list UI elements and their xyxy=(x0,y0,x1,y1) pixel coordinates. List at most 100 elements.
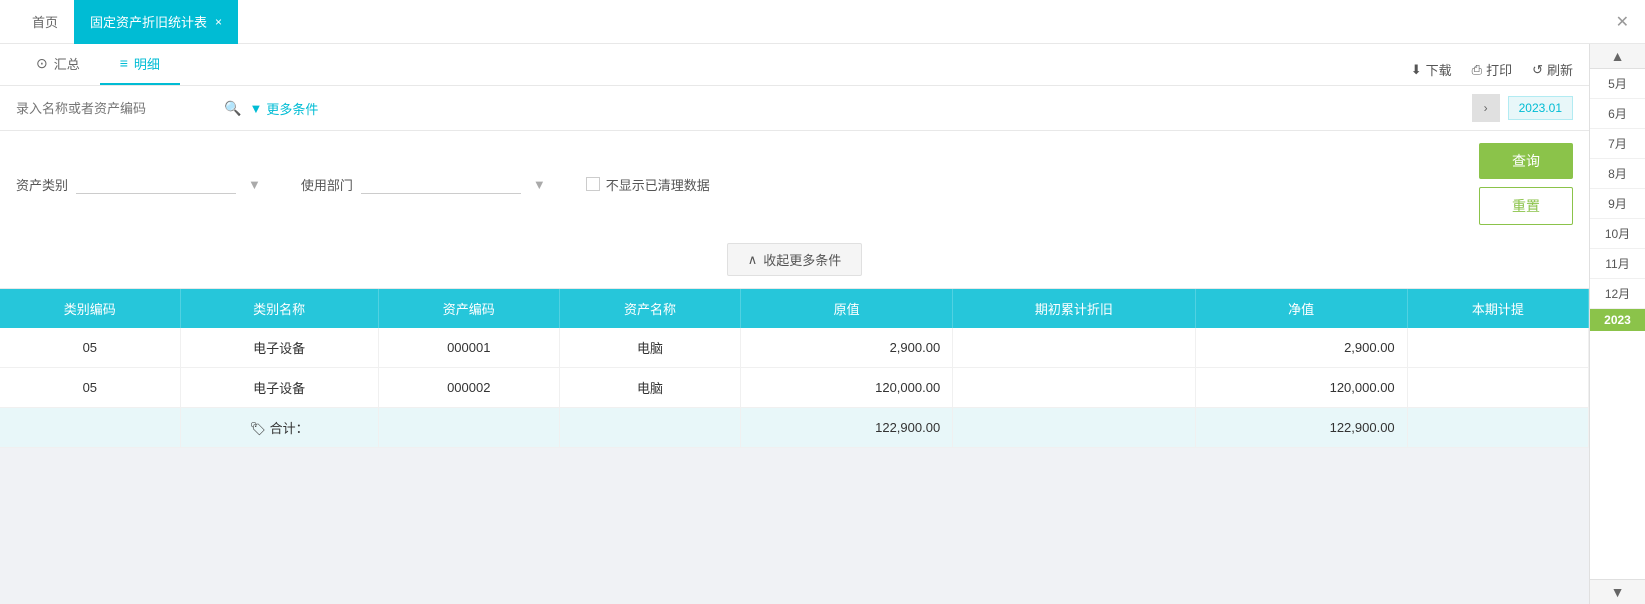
print-label: 打印 xyxy=(1486,60,1512,79)
tab-detail-label: 明细 xyxy=(134,54,160,73)
tab-close-button[interactable]: × xyxy=(215,15,222,29)
table-cell: 05 xyxy=(0,368,180,408)
month-item[interactable]: 10月 xyxy=(1590,219,1645,249)
filter-icon: ▼ xyxy=(249,101,262,116)
col-original-value: 原值 xyxy=(741,289,953,328)
date-badge: 2023.01 xyxy=(1508,96,1573,120)
collapse-label: 收起更多条件 xyxy=(763,250,841,269)
summary-icon: 🏷 xyxy=(250,421,267,436)
hide-cleared-label: 不显示已清理数据 xyxy=(606,175,710,194)
month-scroll-down[interactable]: ▼ xyxy=(1590,579,1645,604)
month-item[interactable]: 11月 xyxy=(1590,249,1645,279)
month-list: 5月6月7月8月9月10月11月12月 xyxy=(1590,69,1645,309)
month-item[interactable]: 9月 xyxy=(1590,189,1645,219)
refresh-icon: ↺ xyxy=(1532,62,1543,78)
asset-category-input[interactable] xyxy=(76,174,236,194)
table-cell xyxy=(1407,368,1588,408)
col-net-value: 净值 xyxy=(1195,289,1407,328)
filter-section: 资产类别 ▼ 使用部门 ▼ 不显示已清理数据 查询 重置 ∧ 收起更多条件 xyxy=(0,131,1589,289)
month-panel: ▲ 5月6月7月8月9月10月11月12月 2023 ▼ xyxy=(1589,44,1645,604)
table-cell xyxy=(953,368,1195,408)
more-filters-button[interactable]: ▼ 更多条件 xyxy=(249,99,318,118)
tab-summary[interactable]: ⊙ 汇总 xyxy=(16,43,100,85)
detail-icon: ≡ xyxy=(120,55,128,71)
use-department-label: 使用部门 xyxy=(301,175,353,194)
summary-cell: 122,900.00 xyxy=(1195,408,1407,448)
month-item[interactable]: 5月 xyxy=(1590,69,1645,99)
tab-detail[interactable]: ≡ 明细 xyxy=(100,43,180,85)
col-initial-depreciation: 期初累计折旧 xyxy=(953,289,1195,328)
home-link[interactable]: 首页 xyxy=(16,12,74,31)
hide-cleared-checkbox[interactable] xyxy=(586,177,600,191)
download-icon: ⬇ xyxy=(1411,62,1422,78)
table-cell: 120,000.00 xyxy=(1195,368,1407,408)
summary-cell: 🏷 合计： xyxy=(180,408,378,448)
tab-title: 固定资产折旧统计表 xyxy=(90,12,207,31)
table-cell: 2,900.00 xyxy=(1195,328,1407,368)
summary-cell xyxy=(1407,408,1588,448)
col-asset-name: 资产名称 xyxy=(559,289,740,328)
collapse-icon: ∧ xyxy=(748,252,758,268)
table-cell: 2,900.00 xyxy=(741,328,953,368)
top-nav: 首页 固定资产折旧统计表 × ✕ xyxy=(0,0,1645,44)
table-cell: 电脑 xyxy=(559,328,740,368)
data-table: 类别编码 类别名称 资产编码 资产名称 原值 期初累计折旧 净值 本期计提 05… xyxy=(0,289,1589,448)
month-item[interactable]: 7月 xyxy=(1590,129,1645,159)
table-row: 05电子设备000002电脑120,000.00120,000.00 xyxy=(0,368,1589,408)
filter-row-1: 资产类别 ▼ 使用部门 ▼ 不显示已清理数据 查询 重置 xyxy=(16,143,1573,225)
collapse-button[interactable]: ∧ 收起更多条件 xyxy=(727,243,863,276)
refresh-button[interactable]: ↺ 刷新 xyxy=(1532,60,1573,79)
table-row: 05电子设备000001电脑2,900.002,900.00 xyxy=(0,328,1589,368)
download-button[interactable]: ⬇ 下载 xyxy=(1411,60,1452,79)
month-item[interactable]: 6月 xyxy=(1590,99,1645,129)
tab-bar: ⊙ 汇总 ≡ 明细 ⬇ 下载 ⎙ 打印 ↺ 刷新 xyxy=(0,44,1589,86)
table-cell: 电子设备 xyxy=(180,328,378,368)
table-cell: 000002 xyxy=(378,368,559,408)
summary-row: 🏷 合计： 122,900.00 122,900.00 xyxy=(0,408,1589,448)
reset-button[interactable]: 重置 xyxy=(1479,187,1573,225)
month-item[interactable]: 12月 xyxy=(1590,279,1645,309)
tab-summary-label: 汇总 xyxy=(54,54,80,73)
col-asset-code: 资产编码 xyxy=(378,289,559,328)
search-icon[interactable]: 🔍 xyxy=(224,100,241,117)
col-category-code: 类别编码 xyxy=(0,289,180,328)
summary-cell xyxy=(378,408,559,448)
hide-cleared-field: 不显示已清理数据 xyxy=(586,175,710,194)
download-label: 下载 xyxy=(1426,60,1452,79)
summary-cell xyxy=(559,408,740,448)
table-header-row: 类别编码 类别名称 资产编码 资产名称 原值 期初累计折旧 净值 本期计提 xyxy=(0,289,1589,328)
use-department-dropdown-icon[interactable]: ▼ xyxy=(533,177,546,192)
asset-category-label: 资产类别 xyxy=(16,175,68,194)
summary-cell xyxy=(0,408,180,448)
use-department-input[interactable] xyxy=(361,174,521,194)
filter-label: 更多条件 xyxy=(266,99,318,118)
table-cell: 120,000.00 xyxy=(741,368,953,408)
refresh-label: 刷新 xyxy=(1547,60,1573,79)
asset-category-field: 资产类别 ▼ xyxy=(16,174,261,194)
year-badge: 2023 xyxy=(1590,309,1645,331)
toolbar-right: ⬇ 下载 ⎙ 打印 ↺ 刷新 xyxy=(1411,60,1573,85)
table-container: 类别编码 类别名称 资产编码 资产名称 原值 期初累计折旧 净值 本期计提 05… xyxy=(0,289,1589,448)
expand-arrow-button[interactable]: › xyxy=(1472,94,1500,122)
active-tab[interactable]: 固定资产折旧统计表 × xyxy=(74,0,238,44)
query-button[interactable]: 查询 xyxy=(1479,143,1573,179)
table-cell xyxy=(1407,328,1588,368)
table-cell: 000001 xyxy=(378,328,559,368)
table-cell: 电脑 xyxy=(559,368,740,408)
use-department-field: 使用部门 ▼ xyxy=(301,174,546,194)
col-current-depreciation: 本期计提 xyxy=(1407,289,1588,328)
month-item[interactable]: 8月 xyxy=(1590,159,1645,189)
asset-category-dropdown-icon[interactable]: ▼ xyxy=(248,177,261,192)
month-scroll-up[interactable]: ▲ xyxy=(1590,44,1645,69)
summary-icon: ⊙ xyxy=(36,55,48,72)
action-buttons: 查询 重置 xyxy=(1479,143,1573,225)
table-cell: 电子设备 xyxy=(180,368,378,408)
print-button[interactable]: ⎙ 打印 xyxy=(1472,60,1512,79)
summary-cell xyxy=(953,408,1195,448)
table-cell: 05 xyxy=(0,328,180,368)
print-icon: ⎙ xyxy=(1472,62,1482,78)
window-close-button[interactable]: ✕ xyxy=(1616,12,1629,32)
table-cell xyxy=(953,328,1195,368)
summary-cell: 122,900.00 xyxy=(741,408,953,448)
search-input[interactable] xyxy=(16,101,216,116)
